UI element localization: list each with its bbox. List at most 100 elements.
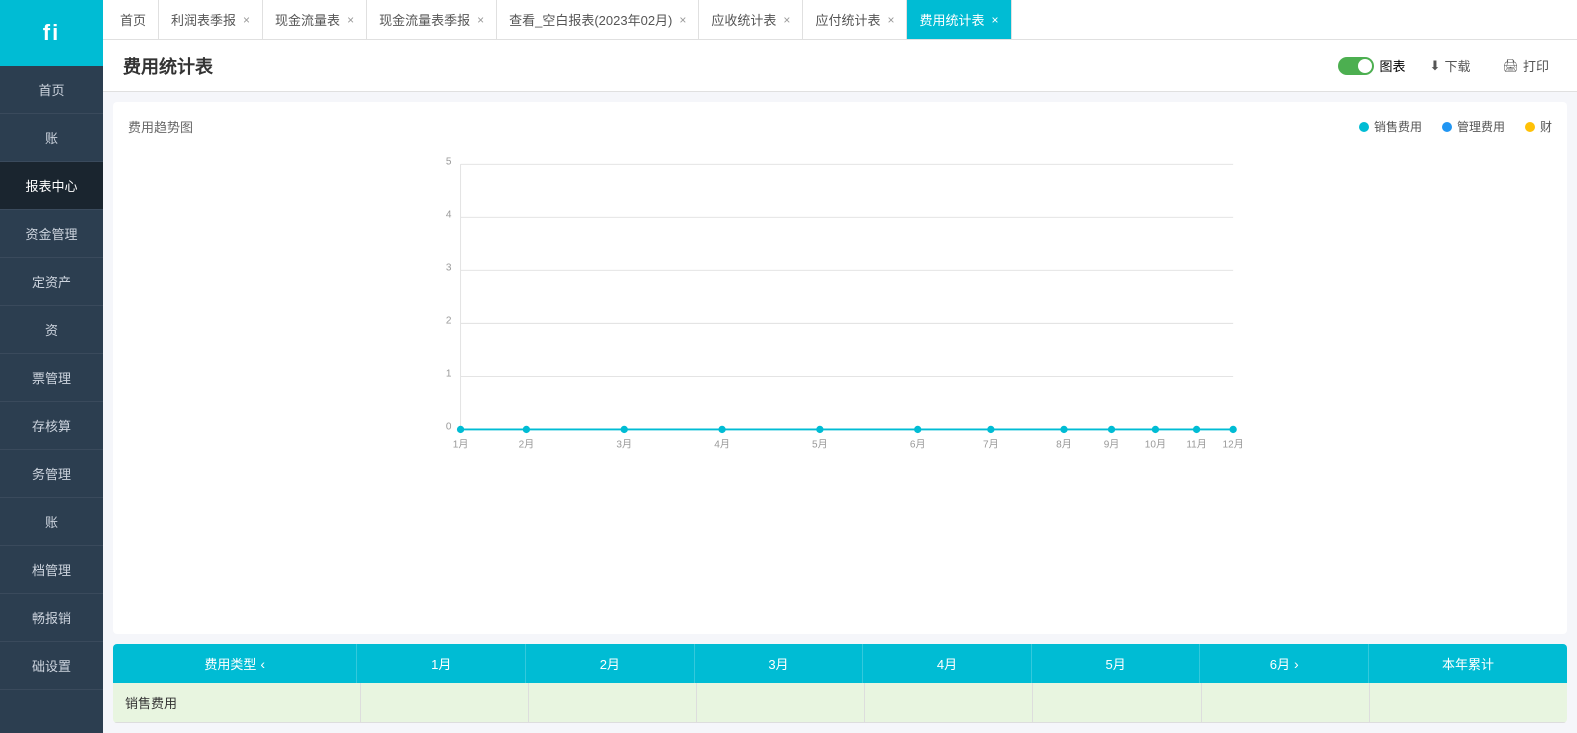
tab-expense-stats-label: 费用统计表 (919, 10, 984, 29)
th-m4: 4月 (863, 644, 1032, 683)
tab-cash-flow-quarterly-close[interactable]: × (477, 13, 484, 27)
tab-payable-close[interactable]: × (887, 13, 894, 27)
table-section: 费用类型 ‹ 1月 2月 3月 4月 5月 6月 › 本年累 (113, 644, 1567, 723)
svg-text:1月: 1月 (453, 439, 469, 451)
sidebar-item-investment[interactable]: 资 (0, 306, 103, 354)
sidebar-item-inventory[interactable]: 存核算 (0, 402, 103, 450)
tab-payable-label: 应付统计表 (815, 10, 880, 29)
svg-text:11月: 11月 (1186, 439, 1206, 451)
td-m6 (1202, 683, 1370, 722)
svg-text:0: 0 (446, 421, 452, 432)
tab-receivable-close[interactable]: × (783, 13, 790, 27)
svg-text:4月: 4月 (714, 439, 730, 451)
th-m3-label: 3月 (768, 654, 788, 673)
chart-svg: 0 1 2 3 4 5 (128, 146, 1552, 466)
chart-toggle[interactable] (1338, 57, 1374, 75)
svg-text:10月: 10月 (1145, 439, 1166, 451)
svg-text:9月: 9月 (1104, 439, 1120, 451)
td-m3 (697, 683, 865, 722)
sidebar-item-expense-write-off[interactable]: 畅报销 (0, 594, 103, 642)
tab-blank-report[interactable]: 查看_空白报表(2023年02月) × (497, 0, 699, 39)
sidebar-item-ticket-management[interactable]: 票管理 (0, 354, 103, 402)
tab-blank-report-label: 查看_空白报表(2023年02月) (509, 10, 672, 29)
tab-home[interactable]: 首页 (108, 0, 159, 39)
tab-profit-quarterly-label: 利润表季报 (171, 10, 236, 29)
svg-text:7月: 7月 (983, 439, 999, 451)
svg-text:6月: 6月 (910, 439, 926, 451)
table-row: 销售费用 (113, 683, 1567, 723)
chart-area: 费用趋势图 销售费用 管理费用 财 0 1 (113, 102, 1567, 634)
th-ytd: 本年累计 (1369, 644, 1567, 683)
tab-expense-stats[interactable]: 费用统计表 × (907, 0, 1011, 39)
th-m2-label: 2月 (600, 654, 620, 673)
download-label: 下载 (1444, 56, 1470, 75)
table-header-row: 费用类型 ‹ 1月 2月 3月 4月 5月 6月 › 本年累 (113, 644, 1567, 683)
th-nav-prev[interactable]: ‹ (260, 656, 265, 672)
svg-text:2: 2 (446, 315, 452, 326)
legend-item-finance: 财 (1525, 118, 1552, 135)
tab-cash-flow-label: 现金流量表 (275, 10, 340, 29)
legend-dot-admin (1442, 122, 1452, 132)
tab-payable[interactable]: 应付统计表 × (803, 0, 907, 39)
chart-svg-wrap: 0 1 2 3 4 5 (128, 146, 1552, 469)
tab-cash-flow[interactable]: 现金流量表 × (263, 0, 367, 39)
print-icon: 🖨 (1502, 58, 1519, 74)
tab-profit-quarterly-close[interactable]: × (243, 13, 250, 27)
th-m2: 2月 (526, 644, 695, 683)
svg-text:5: 5 (446, 156, 452, 167)
tab-profit-quarterly[interactable]: 利润表季报 × (159, 0, 263, 39)
svg-text:12月: 12月 (1223, 439, 1244, 451)
tab-receivable[interactable]: 应收统计表 × (699, 0, 803, 39)
sidebar-item-account[interactable]: 账 (0, 114, 103, 162)
toggle-label: 图表 (1380, 56, 1406, 75)
print-label: 打印 (1523, 56, 1549, 75)
th-m3: 3月 (695, 644, 864, 683)
svg-text:3月: 3月 (616, 439, 632, 451)
print-button[interactable]: 🖨 打印 (1494, 52, 1557, 79)
download-icon: ⬇ (1430, 58, 1441, 74)
legend-dot-sales (1359, 122, 1369, 132)
legend-dot-finance (1525, 122, 1535, 132)
page-title: 费用统计表 (123, 53, 213, 79)
tab-cash-flow-quarterly[interactable]: 现金流量表季报 × (367, 0, 497, 39)
svg-text:4: 4 (446, 209, 452, 220)
sidebar-item-fund-management[interactable]: 资金管理 (0, 210, 103, 258)
sidebar-item-basic-settings[interactable]: 础设置 (0, 642, 103, 690)
sidebar-item-fixed-assets[interactable]: 定资产 (0, 258, 103, 306)
main-content: 首页 利润表季报 × 现金流量表 × 现金流量表季报 × 查看_空白报表(202… (103, 0, 1577, 733)
sidebar-logo: fi (0, 0, 103, 66)
toggle-wrap: 图表 (1338, 56, 1406, 75)
svg-text:5月: 5月 (812, 439, 828, 451)
chart-header: 费用趋势图 销售费用 管理费用 财 (128, 117, 1552, 136)
sidebar-item-archive-management[interactable]: 档管理 (0, 546, 103, 594)
header-actions: 图表 ⬇ 下载 🖨 打印 (1338, 52, 1557, 79)
chart-title: 费用趋势图 (128, 117, 193, 136)
th-type: 费用类型 ‹ (113, 644, 357, 683)
tab-bar: 首页 利润表季报 × 现金流量表 × 现金流量表季报 × 查看_空白报表(202… (103, 0, 1577, 40)
tab-expense-stats-close[interactable]: × (991, 13, 998, 27)
svg-text:1: 1 (446, 368, 452, 379)
download-button[interactable]: ⬇ 下载 (1422, 52, 1479, 79)
sidebar-item-report-center[interactable]: 报表中心 (0, 162, 103, 210)
tab-cash-flow-close[interactable]: × (347, 13, 354, 27)
th-m5-label: 5月 (1106, 654, 1126, 673)
sidebar: fi 首页 账 报表中心 资金管理 定资产 资 票管理 存核算 务管理 账 档管… (0, 0, 103, 733)
td-ytd (1370, 683, 1567, 722)
th-nav-next[interactable]: › (1294, 656, 1299, 672)
th-m1-label: 1月 (431, 654, 451, 673)
sidebar-item-service-management[interactable]: 务管理 (0, 450, 103, 498)
th-m4-label: 4月 (937, 654, 957, 673)
tab-receivable-label: 应收统计表 (711, 10, 776, 29)
legend-label-admin: 管理费用 (1457, 118, 1505, 135)
th-ytd-label: 本年累计 (1442, 654, 1494, 673)
th-m6-label: 6月 (1270, 654, 1290, 673)
legend-label-sales: 销售费用 (1374, 118, 1422, 135)
tab-blank-report-close[interactable]: × (679, 13, 686, 27)
chart-legend: 销售费用 管理费用 财 (1359, 118, 1552, 135)
svg-text:8月: 8月 (1056, 439, 1072, 451)
td-type-value: 销售费用 (125, 696, 177, 711)
sidebar-item-sub-account[interactable]: 账 (0, 498, 103, 546)
td-m1 (361, 683, 529, 722)
sidebar-item-home[interactable]: 首页 (0, 66, 103, 114)
th-m1: 1月 (357, 644, 526, 683)
